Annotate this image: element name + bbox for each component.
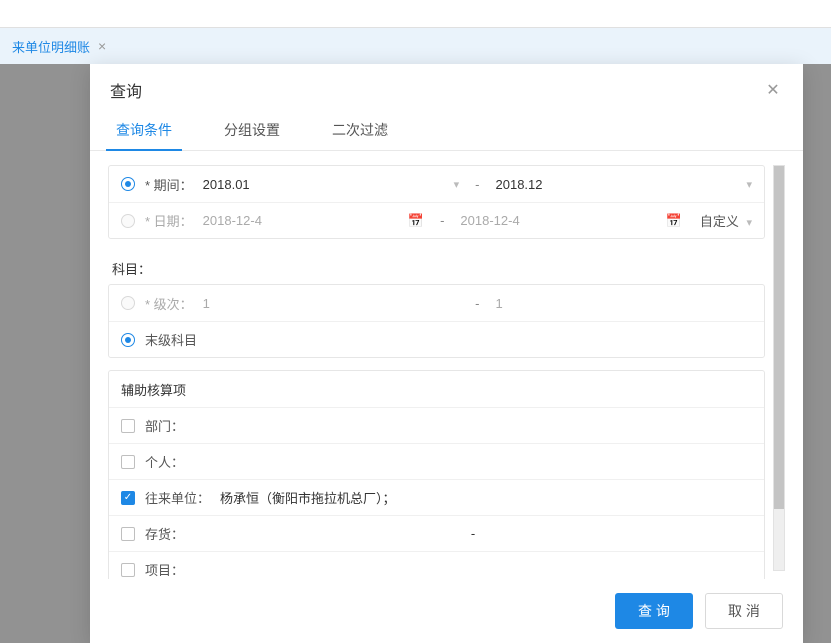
level-row: * 级次： 1 - 1 [109, 285, 764, 321]
query-button[interactable]: 查 询 [615, 593, 693, 629]
page-tab-ledger[interactable]: 来单位明细账 × [4, 37, 114, 56]
tab-secondary-filter[interactable]: 二次过滤 [326, 112, 394, 150]
date-to-value: 2018-12-4 [460, 213, 519, 228]
correspondent-value: 杨承恒（衡阳市拖拉机总厂）； [220, 488, 396, 507]
period-label: * 期间： [145, 175, 193, 194]
date-row: * 日期： 2018-12-4 📅 - 2018-12-4 📅 自定义 [109, 202, 764, 238]
dept-label: 部门： [145, 416, 184, 435]
page-tabbar: 来单位明细账 × [0, 28, 831, 64]
period-row: * 期间： 2018.01 ▾ - 2018.12 ▾ [109, 166, 764, 202]
range-dash: - [434, 213, 450, 228]
date-from-value: 2018-12-4 [203, 213, 262, 228]
aux-dept-row: 部门： [109, 407, 764, 443]
chevron-down-icon: ▾ [454, 178, 460, 191]
aux-inventory-row: 存货： - [109, 515, 764, 551]
page-tab-label: 来单位明细账 [12, 37, 90, 56]
project-label: 项目： [145, 560, 184, 579]
aux-title: 辅助核算项 [121, 380, 186, 399]
cancel-button[interactable]: 取 消 [705, 593, 783, 629]
level-from-input[interactable]: 1 [203, 296, 460, 311]
close-icon[interactable]: × [98, 38, 106, 54]
date-radio[interactable] [121, 214, 135, 228]
date-from-input[interactable]: 2018-12-4 📅 [203, 213, 424, 229]
period-panel: * 期间： 2018.01 ▾ - 2018.12 ▾ * 日期： [108, 165, 765, 239]
tab-grouping[interactable]: 分组设置 [218, 112, 286, 150]
inventory-checkbox[interactable] [121, 527, 135, 541]
correspondent-checkbox[interactable]: ✓ [121, 491, 135, 505]
aux-correspondent-row: ✓ 往来单位： 杨承恒（衡阳市拖拉机总厂）； [109, 479, 764, 515]
period-radio[interactable] [121, 177, 135, 191]
date-label: * 日期： [145, 211, 193, 230]
leaf-subject-row: 末级科目 [109, 321, 764, 357]
dept-checkbox[interactable] [121, 419, 135, 433]
aux-project-row: 项目： [109, 551, 764, 579]
range-dash: - [469, 296, 485, 311]
period-to-select[interactable]: 2018.12 ▾ [496, 177, 753, 192]
level-from-value: 1 [203, 296, 210, 311]
modal-header: 查询 ✕ [90, 64, 803, 112]
leaf-subject-radio[interactable] [121, 333, 135, 347]
period-from-value: 2018.01 [203, 177, 250, 192]
date-preset-select[interactable]: 自定义 ▾ [700, 211, 752, 230]
period-from-select[interactable]: 2018.01 ▾ [203, 177, 460, 192]
tab-conditions[interactable]: 查询条件 [110, 112, 178, 150]
range-dash: - [469, 177, 485, 192]
period-to-value: 2018.12 [496, 177, 543, 192]
calendar-icon: 📅 [408, 213, 424, 229]
date-preset-label: 自定义 [700, 214, 739, 229]
project-checkbox[interactable] [121, 563, 135, 577]
modal-content: * 期间： 2018.01 ▾ - 2018.12 ▾ * 日期： [108, 165, 765, 571]
level-to-input[interactable]: 1 [496, 296, 753, 311]
inventory-label: 存货： [145, 524, 184, 543]
level-label: * 级次： [145, 294, 193, 313]
modal-title: 查询 [110, 78, 142, 102]
calendar-icon: 📅 [666, 213, 682, 229]
date-to-input[interactable]: 2018-12-4 📅 [460, 213, 681, 229]
correspondent-label: 往来单位： [145, 488, 210, 507]
modal-footer: 查 询 取 消 [90, 579, 803, 643]
level-to-value: 1 [496, 296, 503, 311]
aux-panel: 辅助核算项 部门： 个人： ✓ 往来单位： 杨承恒（衡阳市拖拉机总厂）； [108, 370, 765, 579]
chevron-down-icon: ▾ [746, 178, 752, 191]
chevron-down-icon: ▾ [746, 217, 752, 229]
subject-label: 科目： [108, 251, 765, 284]
modal-tabs: 查询条件 分组设置 二次过滤 [90, 112, 803, 151]
top-toolbar [0, 0, 831, 28]
query-modal: 查询 ✕ 查询条件 分组设置 二次过滤 * 期间： 2018.01 ▾ - [90, 64, 803, 643]
leaf-subject-label: 末级科目 [145, 330, 197, 349]
scrollbar-thumb[interactable] [774, 166, 784, 509]
person-checkbox[interactable] [121, 455, 135, 469]
aux-title-row: 辅助核算项 [109, 371, 764, 407]
person-label: 个人： [145, 452, 184, 471]
level-radio[interactable] [121, 296, 135, 310]
aux-person-row: 个人： [109, 443, 764, 479]
modal-scrollbar[interactable] [773, 165, 785, 571]
inventory-value: - [471, 526, 475, 541]
close-icon[interactable]: ✕ [763, 80, 783, 100]
modal-body: * 期间： 2018.01 ▾ - 2018.12 ▾ * 日期： [90, 151, 803, 579]
level-panel: * 级次： 1 - 1 末级科目 [108, 284, 765, 358]
